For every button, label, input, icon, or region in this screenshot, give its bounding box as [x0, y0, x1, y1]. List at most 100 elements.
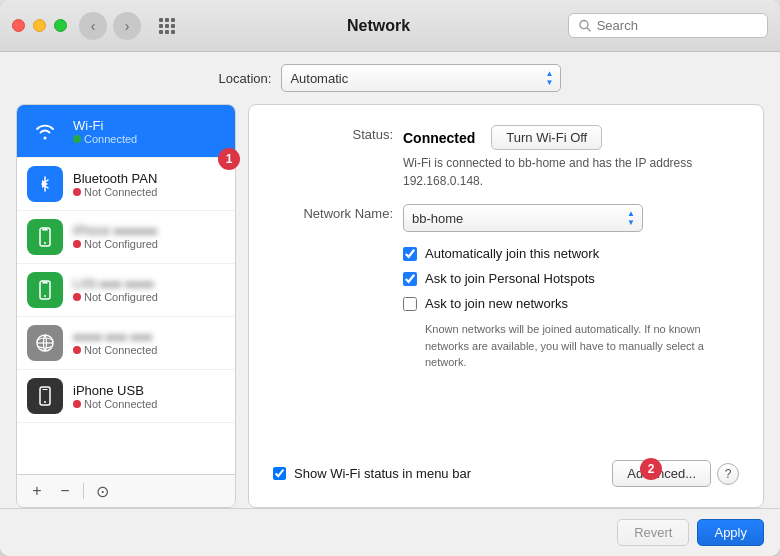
iphone-icon — [27, 378, 63, 414]
sidebar-item-iphoneusb[interactable]: iPhone USB Not Connected — [17, 370, 235, 423]
svg-point-10 — [44, 401, 46, 403]
sidebar-item-vpn[interactable]: ●●●● ●●● ●●● Not Connected — [17, 317, 235, 370]
vpn-item-name: ●●●● ●●● ●●● — [73, 330, 157, 344]
sidebar-toolbar: + − ⊙ — [17, 474, 235, 507]
phone2-icon — [27, 272, 63, 308]
iphoneusb-status-dot — [73, 400, 81, 408]
auto-join-label: Automatically join this network — [425, 246, 599, 261]
auto-join-checkbox[interactable] — [403, 247, 417, 261]
main-panel: Wi-Fi Connected — [0, 104, 780, 508]
show-wifi-label: Show Wi-Fi status in menu bar — [294, 466, 471, 481]
close-button[interactable] — [12, 19, 25, 32]
minimize-button[interactable] — [33, 19, 46, 32]
sidebar-item-bluetooth[interactable]: Bluetooth PAN Not Connected — [17, 158, 235, 211]
vpn-item-status: Not Connected — [73, 344, 157, 356]
window-title: Network — [189, 17, 568, 35]
vpn-item-info: ●●●● ●●● ●●● Not Connected — [73, 330, 157, 356]
location-label: Location: — [219, 71, 272, 86]
status-label: Status: — [273, 125, 393, 142]
back-button[interactable]: ‹ — [79, 12, 107, 40]
location-bar: Location: Automatic Home Work ▲ ▼ — [0, 52, 780, 104]
forward-button[interactable]: › — [113, 12, 141, 40]
wifi-icon — [27, 113, 63, 149]
bluetooth-item-info: Bluetooth PAN Not Connected — [73, 171, 157, 198]
remove-network-button[interactable]: − — [53, 479, 77, 503]
nav-buttons: ‹ › — [79, 12, 141, 40]
svg-point-6 — [44, 295, 46, 297]
iphoneusb-item-info: iPhone USB Not Connected — [73, 383, 157, 410]
search-bar[interactable] — [568, 13, 768, 38]
network-preferences-window: ‹ › Network — [0, 0, 780, 556]
status-line: Connected Turn Wi-Fi Off — [403, 125, 739, 150]
new-networks-checkbox[interactable] — [403, 297, 417, 311]
grid-icon — [159, 18, 175, 34]
titlebar: ‹ › Network — [0, 0, 780, 52]
detail-panel: Status: Connected Turn Wi-Fi Off Wi-Fi i… — [248, 104, 764, 508]
show-wifi-row: Show Wi-Fi status in menu bar — [273, 466, 471, 481]
sidebar-item-wifi[interactable]: Wi-Fi Connected — [17, 105, 235, 158]
sidebar-list: Wi-Fi Connected — [17, 105, 235, 474]
iphoneusb-item-name: iPhone USB — [73, 383, 157, 398]
phone2-status-dot — [73, 293, 81, 301]
wifi-item-name: Wi-Fi — [73, 118, 137, 133]
iphoneusb-item-status: Not Connected — [73, 398, 157, 410]
advanced-help-group: Advanced... ? — [612, 460, 739, 487]
phone1-icon — [27, 219, 63, 255]
phone2-item-status: Not Configured — [73, 291, 158, 303]
bluetooth-item-name: Bluetooth PAN — [73, 171, 157, 186]
search-input[interactable] — [597, 18, 757, 33]
auto-join-row: Automatically join this network — [403, 246, 739, 261]
bluetooth-icon — [27, 166, 63, 202]
turn-wifi-off-button[interactable]: Turn Wi-Fi Off — [491, 125, 602, 150]
location-select[interactable]: Automatic Home Work — [281, 64, 561, 92]
phone1-item-status: Not Configured — [73, 238, 158, 250]
help-button[interactable]: ? — [717, 463, 739, 485]
phone2-item-name: LAN ●●● ●●●● — [73, 277, 158, 291]
maximize-button[interactable] — [54, 19, 67, 32]
phone1-status-dot — [73, 240, 81, 248]
sidebar: Wi-Fi Connected — [16, 104, 236, 508]
new-networks-row: Ask to join new networks — [403, 296, 739, 311]
traffic-lights — [12, 19, 67, 32]
bottom-detail-row: Show Wi-Fi status in menu bar Advanced..… — [273, 460, 739, 487]
svg-point-4 — [44, 242, 46, 244]
wifi-item-info: Wi-Fi Connected — [73, 118, 137, 145]
personal-hotspot-label: Ask to join Personal Hotspots — [425, 271, 595, 286]
bottom-bar: Revert Apply — [0, 508, 780, 556]
vpn-icon — [27, 325, 63, 361]
phone1-item-info: iPhone ●●●●●● Not Configured — [73, 224, 158, 250]
search-icon — [579, 19, 591, 32]
options-button[interactable]: ⊙ — [90, 479, 114, 503]
network-name-select[interactable]: bb-home — [403, 204, 643, 232]
networks-note: Known networks will be joined automatica… — [425, 321, 739, 371]
status-row: Status: Connected Turn Wi-Fi Off Wi-Fi i… — [273, 125, 739, 190]
content-area: Location: Automatic Home Work ▲ ▼ — [0, 52, 780, 556]
toolbar-divider — [83, 483, 84, 499]
location-select-wrapper: Automatic Home Work ▲ ▼ — [281, 64, 561, 92]
network-name-select-wrapper: bb-home ▲ ▼ — [403, 204, 643, 232]
status-value: Connected — [403, 130, 475, 146]
add-network-button[interactable]: + — [25, 479, 49, 503]
vpn-status-dot — [73, 346, 81, 354]
spacer — [273, 385, 739, 447]
phone1-item-name: iPhone ●●●●●● — [73, 224, 158, 238]
status-description: Wi-Fi is connected to bb-home and has th… — [403, 154, 739, 190]
advanced-button[interactable]: Advanced... — [612, 460, 711, 487]
bottom-right: Revert Apply — [617, 519, 764, 546]
phone2-item-info: LAN ●●● ●●●● Not Configured — [73, 277, 158, 303]
network-name-row: Network Name: bb-home ▲ ▼ — [273, 204, 739, 232]
sidebar-item-phone1[interactable]: iPhone ●●●●●● Not Configured — [17, 211, 235, 264]
wifi-status-dot — [73, 135, 81, 143]
app-grid-button[interactable] — [153, 12, 181, 40]
sidebar-item-phone2[interactable]: LAN ●●● ●●●● Not Configured — [17, 264, 235, 317]
network-name-label: Network Name: — [273, 204, 393, 221]
personal-hotspot-row: Ask to join Personal Hotspots — [403, 271, 739, 286]
bluetooth-item-status: Not Connected — [73, 186, 157, 198]
show-wifi-checkbox[interactable] — [273, 467, 286, 480]
revert-button[interactable]: Revert — [617, 519, 689, 546]
apply-button[interactable]: Apply — [697, 519, 764, 546]
status-value-container: Connected Turn Wi-Fi Off Wi-Fi is connec… — [403, 125, 739, 190]
svg-line-1 — [587, 28, 590, 31]
personal-hotspot-checkbox[interactable] — [403, 272, 417, 286]
checkboxes-group: Automatically join this network Ask to j… — [403, 246, 739, 371]
